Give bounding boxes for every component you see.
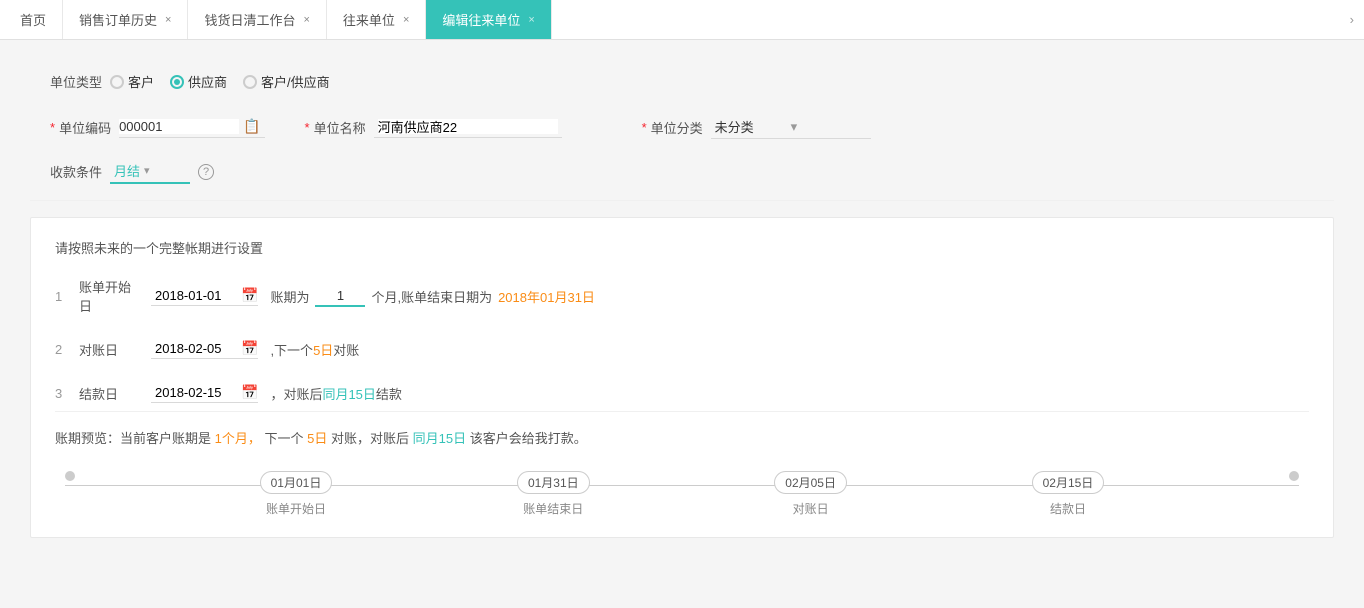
tl-label-2: 账单结束日 (523, 500, 583, 517)
tab-edit-partner[interactable]: 编辑往来单位 × (426, 0, 551, 39)
close-tab-partner[interactable]: × (403, 14, 409, 26)
period-reconcile-day: 5日 (313, 340, 333, 359)
tl-start (65, 471, 75, 485)
preview-text: 账期预览：当前客户账期是 1个月， 下一个 5日 对账，对账后 同月15日 该客… (55, 428, 1309, 447)
radio-supplier[interactable]: 供应商 (170, 72, 227, 91)
copy-icon[interactable]: 📋 (239, 118, 264, 135)
period-desc-1b: 个月,账单结束日期为 (371, 287, 492, 306)
unit-code-input[interactable] (119, 119, 239, 134)
close-tab-sales[interactable]: × (165, 14, 171, 26)
period-row-2: 2 对账日 📅 ,下一个 5日 对账 (55, 339, 1309, 359)
unit-type-row: 单位类型 客户 供应商 客户/供应商 (30, 60, 1334, 103)
unit-name-required: * (305, 120, 310, 135)
radio-customer[interactable]: 客户 (110, 72, 154, 91)
code-name-category-row: * 单位编码 📋 * 单位名称 * 单位分类 未分类 ▾ (30, 103, 1334, 151)
date-input-3[interactable] (151, 383, 241, 402)
period-label-1: 账单开始日 (79, 277, 139, 315)
tl-point-3: 02月05日 对账日 (774, 471, 847, 517)
tl-end (1289, 471, 1299, 485)
unit-category-group: * 单位分类 未分类 ▾ (642, 115, 871, 139)
payment-label: 收款条件 (50, 162, 102, 181)
period-desc-2b: 对账 (333, 340, 359, 359)
category-dropdown-arrow: ▾ (791, 119, 867, 135)
period-num-3: 3 (55, 386, 79, 401)
unit-code-required: * (50, 120, 55, 135)
tab-home[interactable]: 首页 (0, 0, 63, 39)
timeline: 01月01日 账单开始日 01月31日 账单结束日 02 (55, 471, 1309, 517)
help-icon[interactable]: ? (198, 164, 214, 180)
period-card: 请按照未来的一个完整帐期进行设置 1 账单开始日 📅 账期为 个月,账单结束日期… (30, 217, 1334, 538)
period-card-title: 请按照未来的一个完整帐期进行设置 (55, 238, 1309, 257)
period-num-2: 2 (55, 342, 79, 357)
radio-supplier-circle (170, 75, 184, 89)
close-tab-cash[interactable]: × (303, 14, 309, 26)
main-content: 单位类型 客户 供应商 客户/供应商 * 单位编码 (0, 40, 1364, 608)
date-wrap-3: 📅 (151, 383, 258, 403)
payment-condition-row: 收款条件 月结 ▾ ? (30, 151, 1334, 201)
unit-code-group: * 单位编码 📋 (50, 116, 265, 138)
unit-category-label: 单位分类 (651, 118, 703, 137)
preview-section: 账期预览：当前客户账期是 1个月， 下一个 5日 对账，对账后 同月15日 该客… (55, 411, 1309, 517)
period-desc-3b: 结款 (376, 384, 402, 403)
tl-label-3: 对账日 (793, 500, 829, 517)
unit-cat-required: * (642, 120, 647, 135)
close-tab-edit-partner[interactable]: × (528, 14, 534, 26)
calendar-icon-1[interactable]: 📅 (241, 287, 258, 304)
payment-dropdown-arrow: ▾ (144, 164, 150, 177)
tl-point-2: 01月31日 账单结束日 (517, 471, 590, 517)
unit-category-dropdown[interactable]: 未分类 ▾ (711, 115, 871, 139)
unit-name-group: * 单位名称 (305, 117, 562, 138)
tab-bar: 首页 销售订单历史 × 钱货日清工作台 × 往来单位 × 编辑往来单位 × › (0, 0, 1364, 40)
period-desc-1a: 账期为 (270, 287, 309, 306)
tab-arrow[interactable]: › (1340, 12, 1364, 27)
date-wrap-1: 📅 (151, 286, 258, 306)
radio-group: 客户 供应商 客户/供应商 (110, 72, 330, 91)
tab-sales-history[interactable]: 销售订单历史 × (63, 0, 188, 39)
tab-partner[interactable]: 往来单位 × (327, 0, 426, 39)
tl-label-4: 结款日 (1050, 500, 1086, 517)
tl-badge-2: 01月31日 (517, 471, 590, 494)
date-input-1[interactable] (151, 286, 241, 305)
tl-badge-1: 01月01日 (260, 471, 333, 494)
radio-customer-circle (110, 75, 124, 89)
period-num-1: 1 (55, 289, 79, 304)
period-row-1: 1 账单开始日 📅 账期为 个月,账单结束日期为 2018年01月31日 (55, 277, 1309, 315)
radio-both-circle (243, 75, 257, 89)
period-desc-3a: ，对账后 (270, 384, 322, 403)
timeline-points: 01月01日 账单开始日 01月31日 账单结束日 02 (65, 471, 1299, 517)
date-input-2[interactable] (151, 339, 241, 358)
preview-period: 1个月， (215, 431, 261, 446)
period-label-3: 结款日 (79, 384, 139, 403)
unit-name-label: 单位名称 (314, 118, 366, 137)
period-payment-day: 同月15日 (322, 384, 375, 403)
tl-start-dot (65, 471, 75, 481)
payment-select[interactable]: 月结 ▾ (110, 159, 190, 184)
preview-payment: 同月15日 (413, 431, 466, 446)
tl-label-1: 账单开始日 (266, 500, 326, 517)
calendar-icon-2[interactable]: 📅 (241, 340, 258, 357)
unit-type-label: 单位类型 (50, 72, 102, 91)
date-wrap-2: 📅 (151, 339, 258, 359)
preview-reconcile: 5日 (307, 431, 327, 446)
tl-badge-3: 02月05日 (774, 471, 847, 494)
tab-cash-work[interactable]: 钱货日清工作台 × (188, 0, 326, 39)
period-desc-2a: ,下一个 (270, 340, 313, 359)
radio-both[interactable]: 客户/供应商 (243, 72, 330, 91)
unit-type-group: 单位类型 客户 供应商 客户/供应商 (50, 72, 330, 91)
tl-point-1: 01月01日 账单开始日 (260, 471, 333, 517)
unit-code-input-wrap: 📋 (119, 116, 264, 138)
calendar-icon-3[interactable]: 📅 (241, 384, 258, 401)
period-label-2: 对账日 (79, 340, 139, 359)
unit-code-label: 单位编码 (59, 118, 111, 137)
tl-badge-4: 02月15日 (1032, 471, 1105, 494)
period-row-3: 3 结款日 📅 ，对账后 同月15日 结款 (55, 383, 1309, 403)
tl-point-4: 02月15日 结款日 (1032, 471, 1105, 517)
period-months-input[interactable] (315, 286, 365, 307)
period-end-date-highlight: 2018年01月31日 (498, 287, 595, 306)
unit-name-input[interactable] (378, 119, 558, 134)
tl-end-dot (1289, 471, 1299, 481)
